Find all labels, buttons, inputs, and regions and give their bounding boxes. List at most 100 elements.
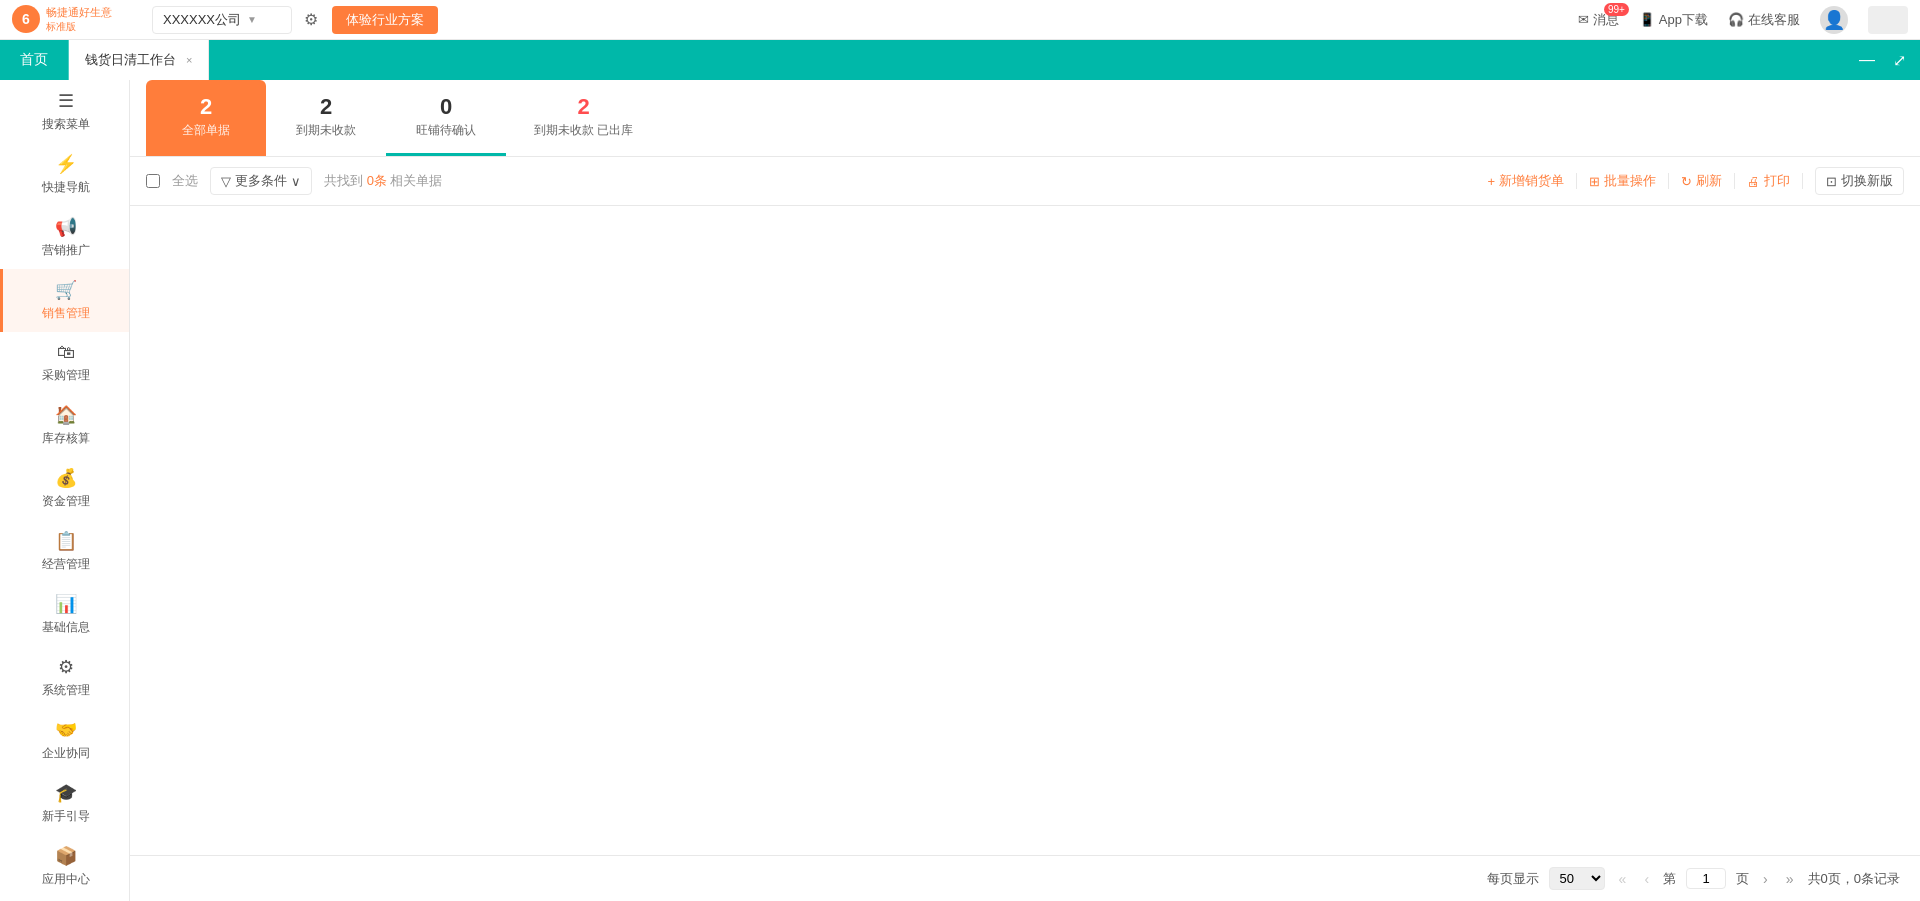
sidebar-item-appcenter[interactable]: 📦 应用中心 [0,835,129,898]
sidebar-item-label: 库存核算 [42,430,90,447]
user-name-placeholder [1868,6,1908,34]
company-selector[interactable]: XXXXXX公司 ▼ [152,6,292,34]
finance-icon: 💰 [55,467,77,489]
pagination-bar: 每页显示 50 100 200 « ‹ 第 页 › » 共0页，0条记录 [130,855,1920,901]
sidebar-item-search[interactable]: ☰ 搜索菜单 [0,80,129,143]
page-next-button[interactable]: › [1759,869,1772,889]
settings-icon[interactable]: ⚙ [300,6,322,33]
found-prefix: 共找到 [324,173,363,188]
sidebar-item-quicknav[interactable]: ⚡ 快捷导航 [0,143,129,206]
found-text: 共找到 0条 相关单据 [324,172,442,190]
batch-label: 批量操作 [1604,172,1656,190]
tab-bar: 首页 钱货日清工作台 × — ⤢ [0,40,1920,80]
sidebar-item-label: 新手引导 [42,808,90,825]
toolbar: 全选 ▽ 更多条件 ∨ 共找到 0条 相关单据 + 新增销货单 ⊞ 批量操作 [130,157,1920,206]
batch-operation-button[interactable]: ⊞ 批量操作 [1589,172,1656,190]
tab-qhrq[interactable]: 钱货日清工作台 × [69,40,209,80]
tab-home[interactable]: 首页 [0,40,69,80]
stat-num-wangpu: 0 [414,94,478,120]
avatar[interactable]: 👤 [1820,6,1848,34]
sales-icon: 🛒 [55,279,77,301]
sidebar-item-operations[interactable]: 📋 经营管理 [0,520,129,583]
experience-button[interactable]: 体验行业方案 [332,6,438,34]
online-service-button[interactable]: 🎧 在线客服 [1728,11,1800,29]
basicinfo-icon: 📊 [55,593,77,615]
sidebar-item-label: 应用中心 [42,871,90,888]
add-sales-button[interactable]: + 新增销货单 [1487,172,1564,190]
guide-icon: 🎓 [55,782,77,804]
select-all-checkbox[interactable] [146,174,160,188]
page-prev-button[interactable]: ‹ [1640,869,1653,889]
logo-icon: 6 [12,5,40,33]
sidebar-item-label: 经营管理 [42,556,90,573]
filter-label: 更多条件 [235,172,287,190]
logo-sub: 标准版 [46,20,112,34]
online-service-icon: 🎧 [1728,12,1744,27]
more-filter-button[interactable]: ▽ 更多条件 ∨ [210,167,312,195]
stat-tab-overdue[interactable]: 2 到期未收款 [266,80,386,156]
switch-label: 切换新版 [1841,172,1893,190]
select-all-label: 全选 [172,172,198,190]
stat-num-overdue: 2 [294,94,358,120]
sidebar-item-label: 采购管理 [42,367,90,384]
per-page-select[interactable]: 50 100 200 [1549,867,1605,890]
toolbar-divider-2 [1668,173,1669,189]
sidebar-item-enterprise[interactable]: 🤝 企业协同 [0,709,129,772]
logo-area: 6 畅捷通好生意 标准版 [12,5,142,33]
sidebar-item-label: 系统管理 [42,682,90,699]
header-right: ✉ 消息 99+ 📱 App下载 🎧 在线客服 👤 [1578,6,1908,34]
sidebar-item-sales[interactable]: 🛒 销售管理 [0,269,129,332]
system-icon: ⚙ [58,656,74,678]
sidebar-item-system[interactable]: ⚙ 系统管理 [0,646,129,709]
content-area: 2 全部单据 2 到期未收款 0 旺铺待确认 2 到期未收款 已出库 全选 ▽ … [130,80,1920,901]
add-label: 新增销货单 [1499,172,1564,190]
app-download-label: App下载 [1659,11,1708,29]
batch-icon: ⊞ [1589,174,1600,189]
app-download-icon: 📱 [1639,12,1655,27]
page-last-button[interactable]: » [1782,869,1798,889]
print-icon: 🖨 [1747,174,1760,189]
tab-maximize-icon[interactable]: ⤢ [1889,47,1910,74]
sidebar-item-guide[interactable]: 🎓 新手引导 [0,772,129,835]
marketing-icon: 📢 [55,216,77,238]
enterprise-icon: 🤝 [55,719,77,741]
sidebar-item-basicinfo[interactable]: 📊 基础信息 [0,583,129,646]
sidebar-item-finance[interactable]: 💰 资金管理 [0,457,129,520]
page-first-button[interactable]: « [1615,869,1631,889]
print-button[interactable]: 🖨 打印 [1747,172,1790,190]
sidebar-item-marketing[interactable]: 📢 营销推广 [0,206,129,269]
stat-tab-all[interactable]: 2 全部单据 [146,80,266,156]
tab-close-icon[interactable]: × [186,54,192,66]
stat-label-overdue: 到期未收款 [294,122,358,139]
refresh-label: 刷新 [1696,172,1722,190]
toolbar-divider-4 [1802,173,1803,189]
stat-tab-wangpu[interactable]: 0 旺铺待确认 [386,80,506,156]
sidebar-item-inventory[interactable]: 🏠 库存核算 [0,394,129,457]
tab-minimize-icon[interactable]: — [1855,47,1879,73]
sidebar-item-label: 资金管理 [42,493,90,510]
stat-tab-shipped[interactable]: 2 到期未收款 已出库 [506,80,661,156]
per-page-label: 每页显示 [1487,870,1539,888]
appcenter-icon: 📦 [55,845,77,867]
found-suffix: 相关单据 [390,173,442,188]
search-menu-icon: ☰ [58,90,74,112]
main-layout: ☰ 搜索菜单 ⚡ 快捷导航 📢 营销推广 🛒 销售管理 🛍 采购管理 🏠 库存核… [0,80,1920,901]
sidebar-item-label: 企业协同 [42,745,90,762]
app-download-button[interactable]: 📱 App下载 [1639,11,1708,29]
stat-label-wangpu: 旺铺待确认 [414,122,478,139]
sidebar-item-label: 销售管理 [42,305,90,322]
inventory-icon: 🏠 [55,404,77,426]
sidebar-item-purchase[interactable]: 🛍 采购管理 [0,332,129,394]
page-unit: 页 [1736,870,1749,888]
switch-new-version-button[interactable]: ⊡ 切换新版 [1815,167,1904,195]
message-badge: 99+ [1604,3,1629,16]
refresh-icon: ↻ [1681,174,1692,189]
message-button[interactable]: ✉ 消息 99+ [1578,11,1619,29]
refresh-button[interactable]: ↻ 刷新 [1681,172,1722,190]
page-number-input[interactable] [1686,868,1726,889]
stats-tabs: 2 全部单据 2 到期未收款 0 旺铺待确认 2 到期未收款 已出库 [130,80,1920,157]
sidebar-item-label: 基础信息 [42,619,90,636]
sidebar-item-label: 搜索菜单 [42,116,90,133]
operations-icon: 📋 [55,530,77,552]
sidebar-item-label: 营销推广 [42,242,90,259]
